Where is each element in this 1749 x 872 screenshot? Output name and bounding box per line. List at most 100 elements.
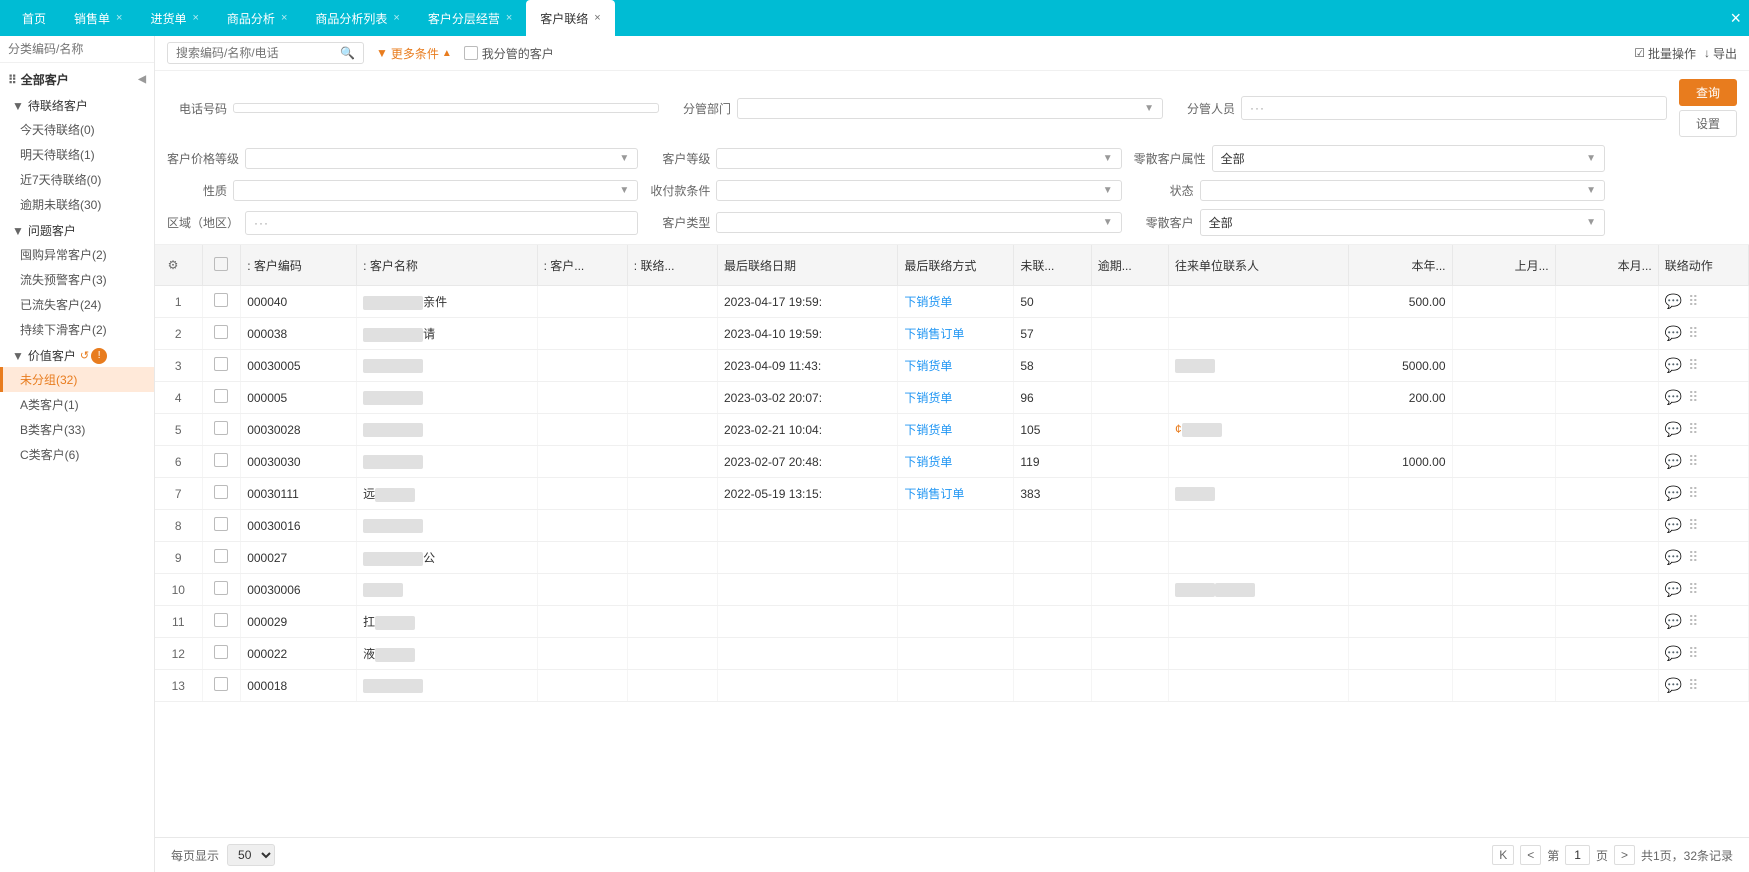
filter-search-input[interactable] — [176, 46, 336, 60]
row-check[interactable] — [202, 286, 241, 318]
row-checkbox[interactable] — [214, 357, 228, 371]
message-icon[interactable]: 💬 — [1665, 677, 1682, 694]
apps-icon[interactable]: ⠿ — [1688, 549, 1698, 566]
row-checkbox[interactable] — [214, 453, 228, 467]
sidebar-item-ungroup[interactable]: 未分组(32) — [0, 367, 154, 392]
group-value-customers[interactable]: ▼ 价值客户 ↺ ! — [0, 342, 154, 367]
message-icon[interactable]: 💬 — [1665, 357, 1682, 374]
sidebar-item-type-b[interactable]: B类客户(33) — [0, 417, 154, 442]
field-region-input[interactable]: ··· — [245, 211, 638, 235]
row-checkbox[interactable] — [214, 389, 228, 403]
sidebar-item-abnormal[interactable]: 囤购异常客户(2) — [0, 242, 154, 267]
th-not-contacted[interactable]: 未联... — [1014, 245, 1091, 286]
message-icon[interactable]: 💬 — [1665, 421, 1682, 438]
reset-button[interactable]: 设置 — [1679, 110, 1737, 137]
sidebar-search-input[interactable] — [8, 42, 155, 56]
export-btn[interactable]: ↓ 导出 — [1704, 45, 1737, 62]
apps-icon[interactable]: ⠿ — [1688, 453, 1698, 470]
page-size-select[interactable]: 50 — [227, 844, 275, 866]
row-checkbox[interactable] — [214, 581, 228, 595]
tab-customer-layer[interactable]: 客户分层经营 × — [414, 0, 526, 36]
tab-customer-contact-close[interactable]: × — [594, 12, 600, 24]
apps-icon[interactable]: ⠿ — [1688, 645, 1698, 662]
tab-goods-list[interactable]: 商品分析列表 × — [301, 0, 413, 36]
row-checkbox[interactable] — [214, 293, 228, 307]
close-all-tabs[interactable]: × — [1730, 8, 1741, 29]
row-check[interactable] — [202, 670, 241, 702]
row-check[interactable] — [202, 478, 241, 510]
field-retail-select[interactable]: 全部 ▼ — [1200, 209, 1605, 236]
th-check[interactable] — [202, 245, 241, 286]
row-check[interactable] — [202, 446, 241, 478]
row-checkbox[interactable] — [214, 677, 228, 691]
sidebar-item-today[interactable]: 今天待联络(0) — [0, 117, 154, 142]
th-unit-contact[interactable]: 往来单位联系人 — [1169, 245, 1349, 286]
row-check[interactable] — [202, 542, 241, 574]
th-code[interactable]: : 客户编码 — [241, 245, 357, 286]
message-icon[interactable]: 💬 — [1665, 517, 1682, 534]
tab-goods-analysis[interactable]: 商品分析 × — [213, 0, 301, 36]
field-nature-select[interactable]: ▼ — [233, 180, 638, 201]
apps-icon[interactable]: ⠿ — [1688, 581, 1698, 598]
row-last-method[interactable]: 下销货单 — [898, 382, 1014, 414]
row-checkbox[interactable] — [214, 325, 228, 339]
sidebar-item-type-c[interactable]: C类客户(6) — [0, 442, 154, 467]
field-status-select[interactable]: ▼ — [1200, 180, 1605, 201]
all-customers-title[interactable]: ⠿ 全部客户 ◀ — [0, 63, 154, 92]
message-icon[interactable]: 💬 — [1665, 453, 1682, 470]
th-overdue[interactable]: 逾期... — [1091, 245, 1168, 286]
tab-purchase-close[interactable]: × — [192, 12, 198, 24]
row-last-method[interactable]: 下销货单 — [898, 414, 1014, 446]
message-icon[interactable]: 💬 — [1665, 549, 1682, 566]
tab-sales[interactable]: 销售单 × — [60, 0, 136, 36]
apps-icon[interactable]: ⠿ — [1688, 325, 1698, 342]
filter-search-icon[interactable]: 🔍 — [340, 46, 355, 60]
row-checkbox[interactable] — [214, 517, 228, 531]
apps-icon[interactable]: ⠿ — [1688, 389, 1698, 406]
my-customers-checkbox[interactable] — [464, 46, 478, 60]
apps-icon[interactable]: ⠿ — [1688, 357, 1698, 374]
field-manager-input[interactable]: ··· — [1241, 96, 1667, 120]
row-check[interactable] — [202, 318, 241, 350]
row-check[interactable] — [202, 414, 241, 446]
message-icon[interactable]: 💬 — [1665, 389, 1682, 406]
sidebar-item-warn[interactable]: 流失预警客户(3) — [0, 267, 154, 292]
field-payment-select[interactable]: ▼ — [716, 180, 1121, 201]
batch-operation-btn[interactable]: ☑ 批量操作 — [1634, 45, 1696, 62]
refresh-icon[interactable]: ↺ — [80, 349, 89, 362]
first-page-btn[interactable]: K — [1492, 845, 1514, 865]
message-icon[interactable]: 💬 — [1665, 485, 1682, 502]
sidebar-item-tomorrow[interactable]: 明天待联络(1) — [0, 142, 154, 167]
group-pending-contact[interactable]: ▼ 待联络客户 — [0, 92, 154, 117]
row-last-method[interactable]: 下销售订单 — [898, 478, 1014, 510]
gear-icon[interactable]: ⚙ — [161, 253, 185, 277]
field-dept-select[interactable]: ▼ — [737, 98, 1163, 119]
apps-icon[interactable]: ⠿ — [1688, 613, 1698, 630]
th-this-month[interactable]: 本月... — [1555, 245, 1658, 286]
th-type[interactable]: : 客户... — [537, 245, 627, 286]
apps-icon[interactable]: ⠿ — [1688, 421, 1698, 438]
field-phone-input[interactable] — [233, 103, 659, 113]
th-last-month[interactable]: 上月... — [1452, 245, 1555, 286]
row-last-method[interactable]: 下销货单 — [898, 350, 1014, 382]
group-problem-customers[interactable]: ▼ 问题客户 — [0, 217, 154, 242]
th-name[interactable]: : 客户名称 — [357, 245, 537, 286]
th-last-method[interactable]: 最后联络方式 — [898, 245, 1014, 286]
tab-customer-layer-close[interactable]: × — [506, 12, 512, 24]
row-checkbox[interactable] — [214, 549, 228, 563]
apps-icon[interactable]: ⠿ — [1688, 485, 1698, 502]
sidebar-item-7days[interactable]: 近7天待联络(0) — [0, 167, 154, 192]
row-last-method[interactable]: 下销售订单 — [898, 318, 1014, 350]
th-last-date[interactable]: 最后联络日期 — [717, 245, 897, 286]
apps-icon[interactable]: ⠿ — [1688, 293, 1698, 310]
current-page[interactable]: 1 — [1565, 845, 1590, 865]
row-checkbox[interactable] — [214, 645, 228, 659]
sidebar-item-lost[interactable]: 已流失客户(24) — [0, 292, 154, 317]
field-price-select[interactable]: ▼ — [245, 148, 638, 169]
message-icon[interactable]: 💬 — [1665, 293, 1682, 310]
apps-icon[interactable]: ⠿ — [1688, 517, 1698, 534]
prev-page-btn[interactable]: < — [1520, 845, 1541, 865]
sidebar-item-overdue[interactable]: 逾期未联络(30) — [0, 192, 154, 217]
row-check[interactable] — [202, 638, 241, 670]
message-icon[interactable]: 💬 — [1665, 613, 1682, 630]
